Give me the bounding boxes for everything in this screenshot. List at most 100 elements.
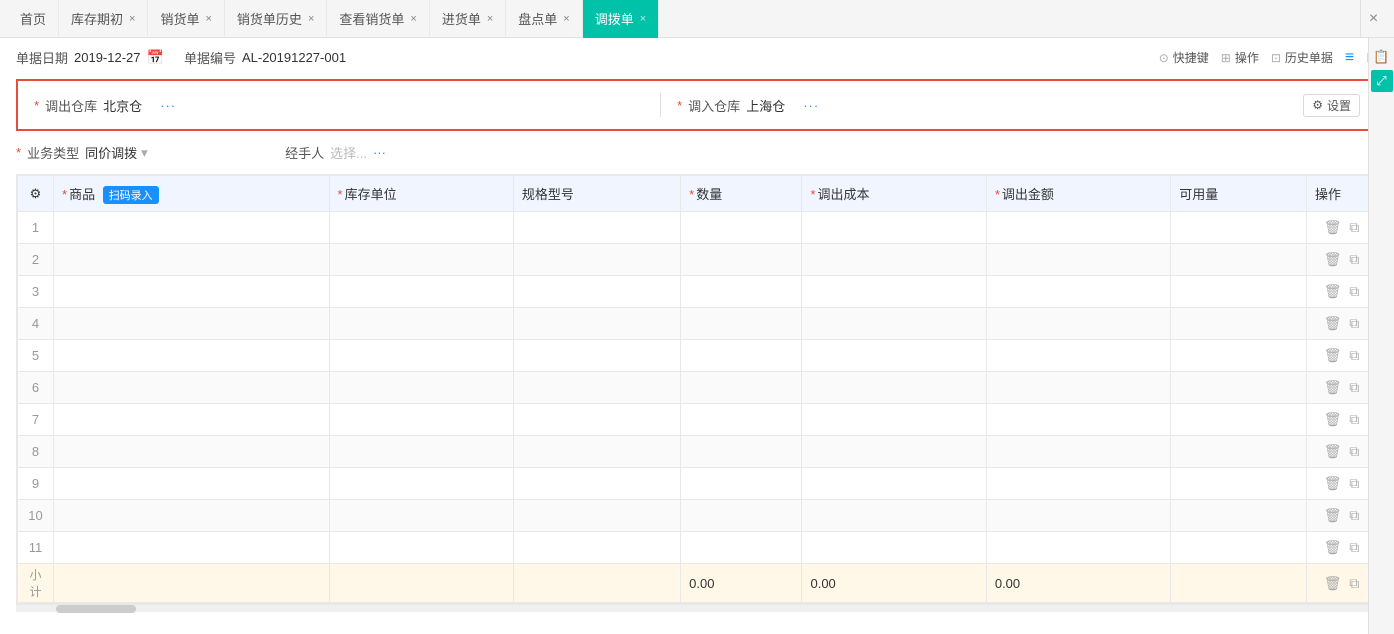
cell-spec[interactable] [513,244,680,276]
cell-spec[interactable] [513,276,680,308]
cell-qty[interactable] [681,500,802,532]
delete-icon[interactable]: 🗑 [1324,251,1342,267]
cell-unit[interactable] [329,436,513,468]
barcode-btn[interactable]: 扫码录入 [103,186,159,204]
cell-cost[interactable] [802,500,986,532]
cell-product[interactable] [54,500,330,532]
cell-spec[interactable] [513,500,680,532]
settings-button[interactable]: ⚙ 设置 [1303,94,1360,117]
cell-product[interactable] [54,436,330,468]
cell-unit[interactable] [329,340,513,372]
cell-available[interactable] [1171,340,1307,372]
calendar-icon[interactable]: 📅 [147,49,164,66]
tab-close-inventory-init[interactable]: × [129,13,135,25]
delete-icon[interactable]: 🗑 [1324,283,1342,299]
copy-icon[interactable]: ⧉ [1349,315,1359,331]
tab-stocktake[interactable]: 盘点单 × [506,0,582,38]
cell-cost[interactable] [802,468,986,500]
cell-available[interactable] [1171,436,1307,468]
tab-purchase[interactable]: 进货单 × [430,0,506,38]
cell-amount[interactable] [986,276,1170,308]
cell-qty[interactable] [681,532,802,564]
cell-spec[interactable] [513,468,680,500]
cell-unit[interactable] [329,372,513,404]
close-window-button[interactable]: × [1360,0,1386,38]
cell-product[interactable] [54,404,330,436]
cell-qty[interactable] [681,436,802,468]
cell-cost[interactable] [802,436,986,468]
cell-qty[interactable] [681,212,802,244]
cell-amount[interactable] [986,500,1170,532]
tab-home[interactable]: 首页 [8,0,59,38]
cell-cost[interactable] [802,372,986,404]
cell-product[interactable] [54,212,330,244]
tab-close-sales-order[interactable]: × [205,13,211,25]
cell-available[interactable] [1171,276,1307,308]
cell-qty[interactable] [681,308,802,340]
cell-spec[interactable] [513,340,680,372]
th-settings[interactable]: ⚙ [18,176,54,212]
delete-icon[interactable]: 🗑 [1324,443,1342,459]
tab-inventory-init[interactable]: 库存期初 × [59,0,148,38]
cell-qty[interactable] [681,372,802,404]
cell-available[interactable] [1171,468,1307,500]
cell-product[interactable] [54,276,330,308]
cell-product[interactable] [54,468,330,500]
warehouse-in-value[interactable]: 上海仓 [746,96,785,115]
person-input[interactable]: 选择... [330,143,367,162]
cell-unit[interactable] [329,404,513,436]
cell-spec[interactable] [513,436,680,468]
cell-available[interactable] [1171,500,1307,532]
cell-product[interactable] [54,340,330,372]
cell-amount[interactable] [986,212,1170,244]
cell-cost[interactable] [802,308,986,340]
cell-qty[interactable] [681,468,802,500]
cell-available[interactable] [1171,404,1307,436]
tab-close-stocktake[interactable]: × [563,13,569,25]
cell-spec[interactable] [513,308,680,340]
cell-amount[interactable] [986,308,1170,340]
delete-icon[interactable]: 🗑 [1324,219,1342,235]
cell-product[interactable] [54,372,330,404]
cell-amount[interactable] [986,436,1170,468]
delete-icon[interactable]: 🗑 [1324,475,1342,491]
warehouse-in-more[interactable]: ··· [803,98,819,113]
delete-icon[interactable]: 🗑 [1324,315,1342,331]
cell-unit[interactable] [329,212,513,244]
cell-available[interactable] [1171,212,1307,244]
cell-amount[interactable] [986,372,1170,404]
cell-cost[interactable] [802,276,986,308]
cell-product[interactable] [54,308,330,340]
business-type-select[interactable]: 同价调拨 ▾ [85,143,265,162]
cell-qty[interactable] [681,276,802,308]
tab-sales-history[interactable]: 销货单历史 × [225,0,327,38]
cell-unit[interactable] [329,500,513,532]
cell-spec[interactable] [513,404,680,436]
warehouse-out-more[interactable]: ··· [160,98,176,113]
copy-icon[interactable]: ⧉ [1349,411,1359,427]
tab-close-purchase[interactable]: × [487,13,493,25]
delete-icon[interactable]: 🗑 [1324,347,1342,363]
cell-product[interactable] [54,244,330,276]
cell-cost[interactable] [802,244,986,276]
cell-cost[interactable] [802,532,986,564]
cell-amount[interactable] [986,244,1170,276]
cell-qty[interactable] [681,404,802,436]
person-more[interactable]: ··· [373,145,386,160]
tab-view-sales[interactable]: 查看销货单 × [327,0,429,38]
layout-list-icon[interactable]: ≡ [1345,49,1354,67]
cell-available[interactable] [1171,372,1307,404]
shortcut-action[interactable]: ⊙ 快捷键 [1159,49,1209,66]
delete-icon[interactable]: 🗑 [1324,379,1342,395]
tab-transfer[interactable]: 调拨单 × [583,0,659,38]
copy-icon[interactable]: ⧉ [1349,575,1359,591]
operation-action[interactable]: ⊞ 操作 [1221,49,1259,66]
cell-unit[interactable] [329,276,513,308]
cell-unit[interactable] [329,308,513,340]
cell-unit[interactable] [329,532,513,564]
tab-close-transfer[interactable]: × [640,13,646,25]
tab-sales-order[interactable]: 销货单 × [148,0,224,38]
sidebar-expand-icon[interactable]: ⤢ [1371,70,1393,92]
cell-spec[interactable] [513,532,680,564]
cell-unit[interactable] [329,244,513,276]
